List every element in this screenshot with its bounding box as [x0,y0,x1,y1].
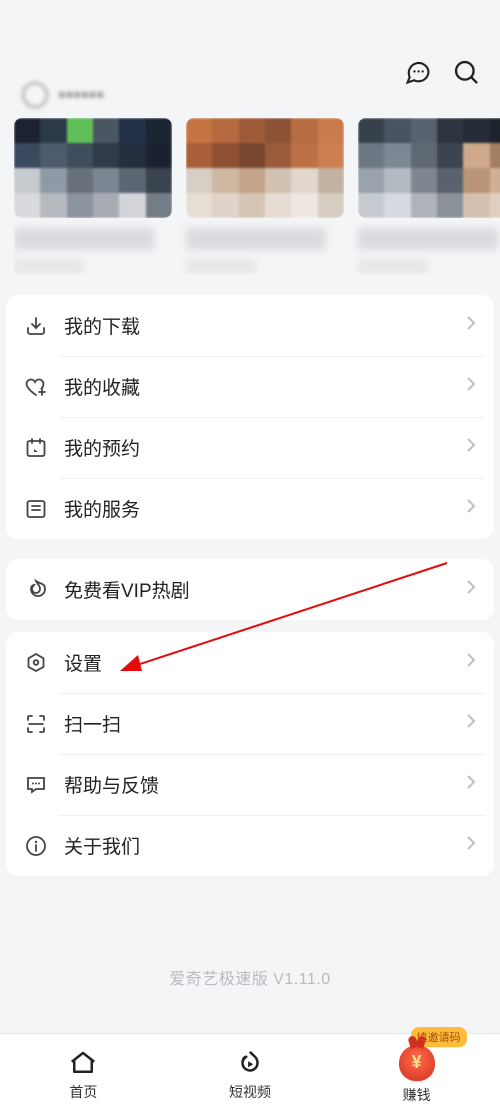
chevron-right-icon [466,835,476,856]
menu-group-1: 我的下载 我的收藏 我的预约 [6,295,494,539]
menu-label: 我的服务 [64,495,450,522]
nav-label: 短视频 [229,1082,271,1102]
chevron-right-icon [466,652,476,673]
menu-label: 扫一扫 [64,710,450,737]
thumb-1[interactable] [14,118,172,274]
nav-label: 首页 [69,1082,97,1102]
chevron-right-icon [466,713,476,734]
flame-icon [24,578,48,602]
chevron-right-icon [466,437,476,458]
menu-label: 免费看VIP热剧 [64,576,450,603]
nav-shortvideo[interactable]: 短视频 [200,1048,300,1102]
chevron-right-icon [466,315,476,336]
menu-label: 我的收藏 [64,373,450,400]
message-icon [24,773,48,797]
app-version: 爱奇艺极速版 V1.11.0 [0,965,500,989]
thumb-3[interactable] [358,118,500,274]
chevron-right-icon [466,579,476,600]
menu-reserved[interactable]: 我的预约 [6,417,494,478]
menu-label: 我的下载 [64,312,450,339]
menu-about[interactable]: 关于我们 [6,815,494,876]
chevron-right-icon [466,774,476,795]
money-bag-icon: ¥ [399,1045,435,1081]
menu-label: 我的预约 [64,434,450,461]
chevron-right-icon [466,376,476,397]
menu-label: 关于我们 [64,832,450,859]
calendar-icon [24,436,48,460]
heart-plus-icon [24,375,48,399]
menu-downloads[interactable]: 我的下载 [6,295,494,356]
menu-label: 设置 [64,649,450,676]
bottom-nav: 首页 短视频 填邀请码 ¥ 赚钱 [0,1033,500,1111]
download-icon [24,314,48,338]
thumb-2[interactable] [186,118,344,274]
section-header-truncated: •••••• [22,82,104,108]
flame-play-icon [235,1048,265,1078]
menu-feedback[interactable]: 帮助与反馈 [6,754,494,815]
menu-scan[interactable]: 扫一扫 [6,693,494,754]
menu-services[interactable]: 我的服务 [6,478,494,539]
menu-settings[interactable]: 设置 [6,632,494,693]
menu-label: 帮助与反馈 [64,771,450,798]
settings-hex-icon [24,651,48,675]
menu-group-2: 免费看VIP热剧 [6,559,494,620]
nav-earn[interactable]: 填邀请码 ¥ 赚钱 [367,1045,467,1105]
chat-icon[interactable] [404,58,432,86]
info-icon [24,834,48,858]
menu-group-3: 设置 扫一扫 帮助与反馈 [6,632,494,876]
nav-label: 赚钱 [403,1085,431,1105]
home-icon [68,1048,98,1078]
nav-home[interactable]: 首页 [33,1048,133,1102]
chevron-right-icon [466,498,476,519]
menu-favorites[interactable]: 我的收藏 [6,356,494,417]
menu-free-vip[interactable]: 免费看VIP热剧 [6,559,494,620]
search-icon[interactable] [452,58,480,86]
list-icon [24,497,48,521]
history-thumbs [14,118,500,274]
scan-icon [24,712,48,736]
